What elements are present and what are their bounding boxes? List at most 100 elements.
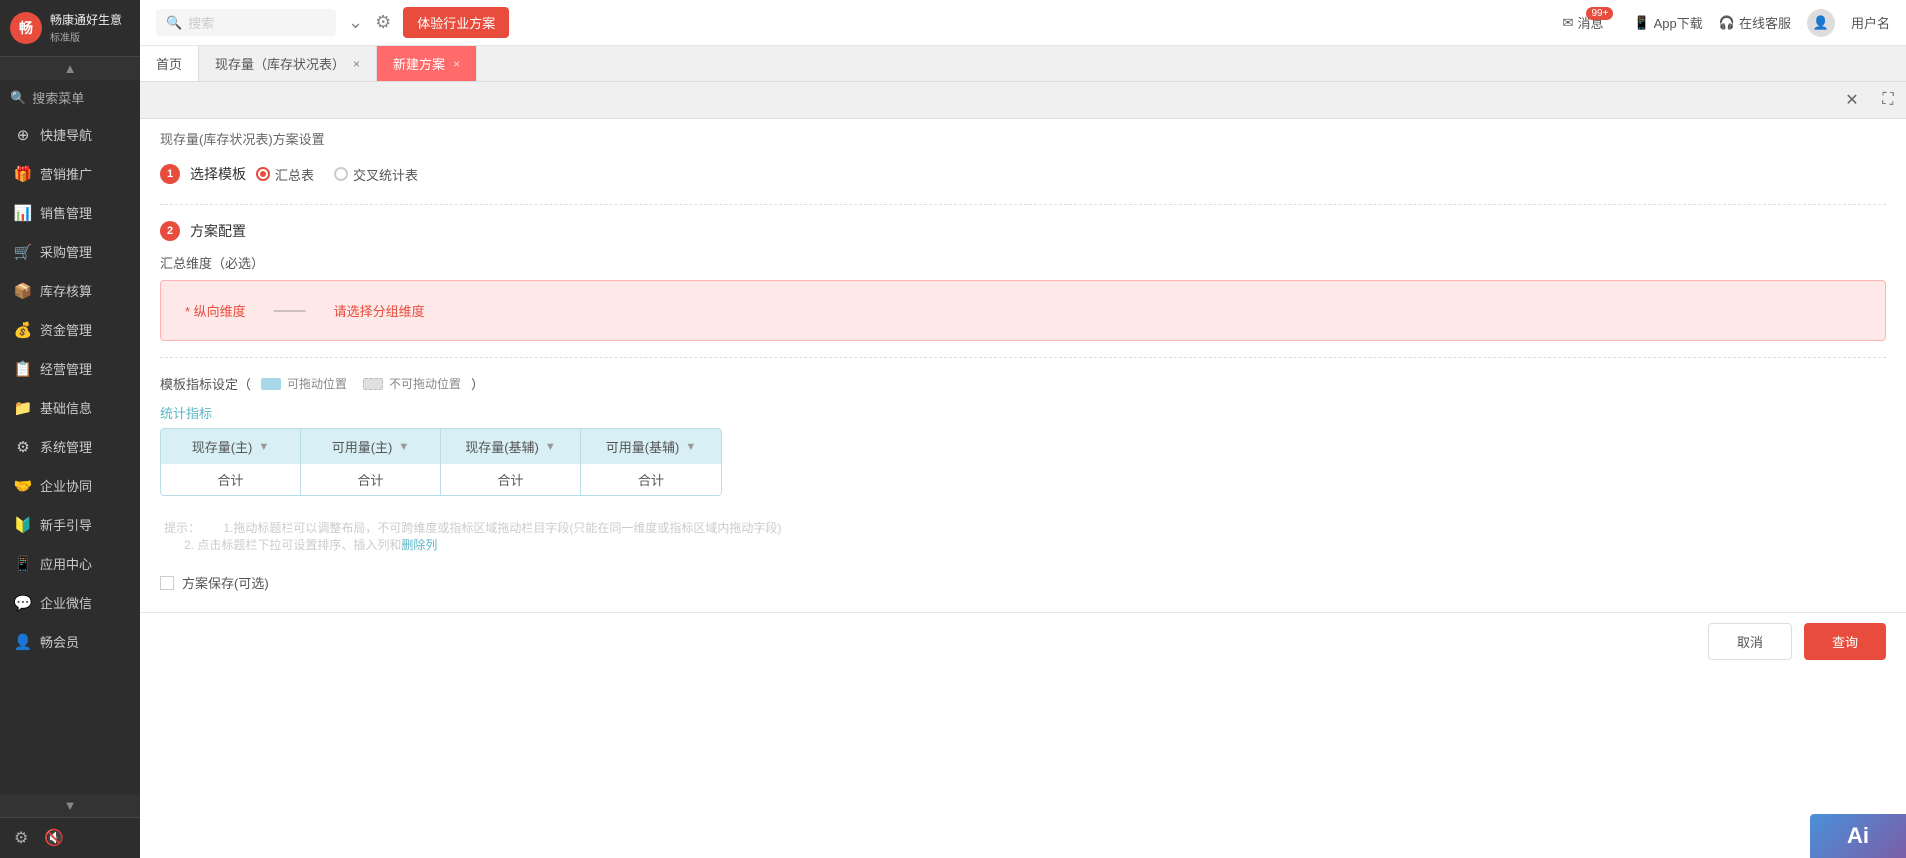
tab-inventory-close[interactable]: × bbox=[353, 57, 360, 71]
messages-btn[interactable]: ✉ 消息 99+ bbox=[1563, 13, 1604, 32]
col3-header[interactable]: 现存量(基辅) ▼ bbox=[441, 429, 581, 464]
expand-window-btn[interactable]: ⛶ bbox=[1870, 82, 1906, 118]
cancel-button[interactable]: 取消 bbox=[1708, 623, 1792, 660]
col1-sum: 合计 bbox=[161, 464, 301, 495]
radio-cross[interactable]: 交叉统计表 bbox=[334, 165, 418, 184]
step1-badge: 1 bbox=[160, 164, 180, 184]
col3-sum: 合计 bbox=[441, 464, 581, 495]
ai-badge[interactable]: Ai bbox=[1810, 814, 1906, 858]
service-icon: 🎧 bbox=[1719, 15, 1735, 31]
col2-sum: 合计 bbox=[301, 464, 441, 495]
mute-icon[interactable]: 🔇 bbox=[44, 828, 64, 848]
col4-header[interactable]: 可用量(基辅) ▼ bbox=[581, 429, 721, 464]
topbar-search[interactable]: 🔍 搜索 bbox=[156, 9, 336, 36]
sidebar-search[interactable]: 🔍 搜索菜单 bbox=[0, 80, 140, 115]
draggable-label: 可拖动位置 bbox=[287, 375, 347, 392]
tab-home[interactable]: 首页 bbox=[140, 46, 199, 81]
radio-summary-dot bbox=[256, 167, 270, 181]
col4-chevron[interactable]: ▼ bbox=[685, 441, 696, 453]
app-icon: 📱 bbox=[1633, 15, 1649, 31]
step2-badge: 2 bbox=[160, 221, 180, 241]
step2-divider bbox=[160, 357, 1886, 358]
col3-label: 现存量(基辅) bbox=[465, 437, 539, 456]
new-guide-label: 新手引导 bbox=[40, 515, 92, 534]
topbar: 🔍 搜索 ⌄ ⚙ 体验行业方案 ✉ 消息 99+ 📱 App下载 🎧 在线客服 … bbox=[140, 0, 1906, 46]
topbar-settings-icon[interactable]: ⚙ bbox=[375, 12, 391, 33]
quick-nav-label: 快捷导航 bbox=[40, 125, 92, 144]
draggable-box bbox=[261, 378, 281, 390]
form-container: 1 选择模板 汇总表 交叉统计表 bbox=[140, 154, 1906, 612]
indicator-legend: 可拖动位置 不可拖动位置 bbox=[261, 375, 461, 392]
service-label: 在线客服 bbox=[1739, 13, 1791, 32]
sidebar-item-marketing[interactable]: 🎁 营销推广 bbox=[0, 154, 140, 193]
basic-info-icon: 📁 bbox=[14, 399, 32, 417]
dropdown-icon[interactable]: ⌄ bbox=[348, 12, 363, 33]
tabs-bar: 首页 现存量（库存状况表） × 新建方案 × bbox=[140, 46, 1906, 82]
save-checkbox[interactable] bbox=[160, 576, 174, 590]
sidebar-item-finance[interactable]: 💰 资金管理 bbox=[0, 310, 140, 349]
system-label: 系统管理 bbox=[40, 437, 92, 456]
sales-icon: 📊 bbox=[14, 204, 32, 222]
sidebar-item-quick-nav[interactable]: ⊕ 快捷导航 bbox=[0, 115, 140, 154]
app-center-label: 应用中心 bbox=[40, 554, 92, 573]
scroll-down-btn[interactable]: ▼ bbox=[0, 794, 140, 817]
radio-cross-label: 交叉统计表 bbox=[353, 165, 418, 184]
basic-info-label: 基础信息 bbox=[40, 398, 92, 417]
finance-icon: 💰 bbox=[14, 321, 32, 339]
app-download-btn[interactable]: 📱 App下载 bbox=[1633, 13, 1702, 32]
search-placeholder-text: 搜索 bbox=[188, 13, 214, 32]
scroll-up-btn[interactable]: ▲ bbox=[0, 57, 140, 80]
col1-header[interactable]: 现存量(主) ▼ bbox=[161, 429, 301, 464]
sidebar-item-app-center[interactable]: 📱 应用中心 bbox=[0, 544, 140, 583]
radio-cross-dot bbox=[334, 167, 348, 181]
username: 用户名 bbox=[1851, 13, 1890, 32]
sidebar-item-new-guide[interactable]: 🔰 新手引导 bbox=[0, 505, 140, 544]
sidebar-item-basic-info[interactable]: 📁 基础信息 bbox=[0, 388, 140, 427]
sidebar-footer: ⚙ 🔇 bbox=[0, 817, 140, 858]
indicator-label: 模板指标设定（ 可拖动位置 不可拖动位置 ） bbox=[160, 374, 1886, 393]
indicator-settings: 模板指标设定（ 可拖动位置 不可拖动位置 ） bbox=[160, 374, 1886, 499]
legend-draggable: 可拖动位置 bbox=[261, 375, 347, 392]
col3-chevron[interactable]: ▼ bbox=[545, 441, 556, 453]
query-button[interactable]: 查询 bbox=[1804, 623, 1886, 660]
close-window-btn[interactable]: ✕ bbox=[1834, 82, 1870, 118]
trial-btn[interactable]: 体验行业方案 bbox=[403, 7, 509, 38]
tab-new-plan[interactable]: 新建方案 × bbox=[377, 46, 477, 81]
stats-section: 统计指标 现存量(主) ▼ 可用量(主) ▼ bbox=[160, 403, 1886, 499]
sales-label: 销售管理 bbox=[40, 203, 92, 222]
radio-summary[interactable]: 汇总表 bbox=[256, 165, 314, 184]
sidebar-item-wechat[interactable]: 💬 企业微信 bbox=[0, 583, 140, 622]
step1-header: 1 选择模板 汇总表 交叉统计表 bbox=[160, 164, 1886, 184]
sidebar-item-operations[interactable]: 📋 经营管理 bbox=[0, 349, 140, 388]
sidebar-item-inventory[interactable]: 📦 库存核算 bbox=[0, 271, 140, 310]
fixed-box bbox=[363, 378, 383, 390]
col2-chevron[interactable]: ▼ bbox=[398, 441, 409, 453]
col1-chevron[interactable]: ▼ bbox=[258, 441, 269, 453]
col4-sum: 合计 bbox=[581, 464, 721, 495]
sidebar-item-purchase[interactable]: 🛒 采购管理 bbox=[0, 232, 140, 271]
dim-placeholder[interactable]: 请选择分组维度 bbox=[334, 301, 425, 320]
page-title: 现存量(库存状况表)方案设置 bbox=[140, 119, 1906, 154]
dim-arrow: —— bbox=[274, 302, 306, 320]
step2-title: 方案配置 bbox=[190, 221, 246, 241]
enterprise-label: 企业协同 bbox=[40, 476, 92, 495]
member-icon: 👤 bbox=[14, 633, 32, 651]
sidebar-item-sales[interactable]: 📊 销售管理 bbox=[0, 193, 140, 232]
template-radio-group: 汇总表 交叉统计表 bbox=[256, 165, 418, 184]
tip2-link[interactable]: 删除列 bbox=[401, 538, 437, 552]
sidebar-item-system[interactable]: ⚙ 系统管理 bbox=[0, 427, 140, 466]
col2-header[interactable]: 可用量(主) ▼ bbox=[301, 429, 441, 464]
app-label: App下载 bbox=[1654, 13, 1703, 32]
step1-divider bbox=[160, 204, 1886, 205]
sidebar-item-enterprise[interactable]: 🤝 企业协同 bbox=[0, 466, 140, 505]
step1-title: 选择模板 bbox=[190, 164, 246, 184]
sidebar: 畅 畅康通好生意 标准版 ▲ 🔍 搜索菜单 ⊕ 快捷导航 🎁 营销推广 📊 销售… bbox=[0, 0, 140, 858]
sidebar-item-member[interactable]: 👤 畅会员 bbox=[0, 622, 140, 661]
online-service-btn[interactable]: 🎧 在线客服 bbox=[1719, 13, 1791, 32]
tab-new-plan-close[interactable]: × bbox=[453, 57, 460, 71]
sidebar-nav: ⊕ 快捷导航 🎁 营销推广 📊 销售管理 🛒 采购管理 📦 库存核算 💰 资金管… bbox=[0, 115, 140, 794]
tab-inventory-status[interactable]: 现存量（库存状况表） × bbox=[199, 46, 377, 81]
settings-icon[interactable]: ⚙ bbox=[14, 828, 28, 848]
topbar-right: ✉ 消息 99+ 📱 App下载 🎧 在线客服 👤 用户名 bbox=[1563, 9, 1890, 37]
enterprise-icon: 🤝 bbox=[14, 477, 32, 495]
